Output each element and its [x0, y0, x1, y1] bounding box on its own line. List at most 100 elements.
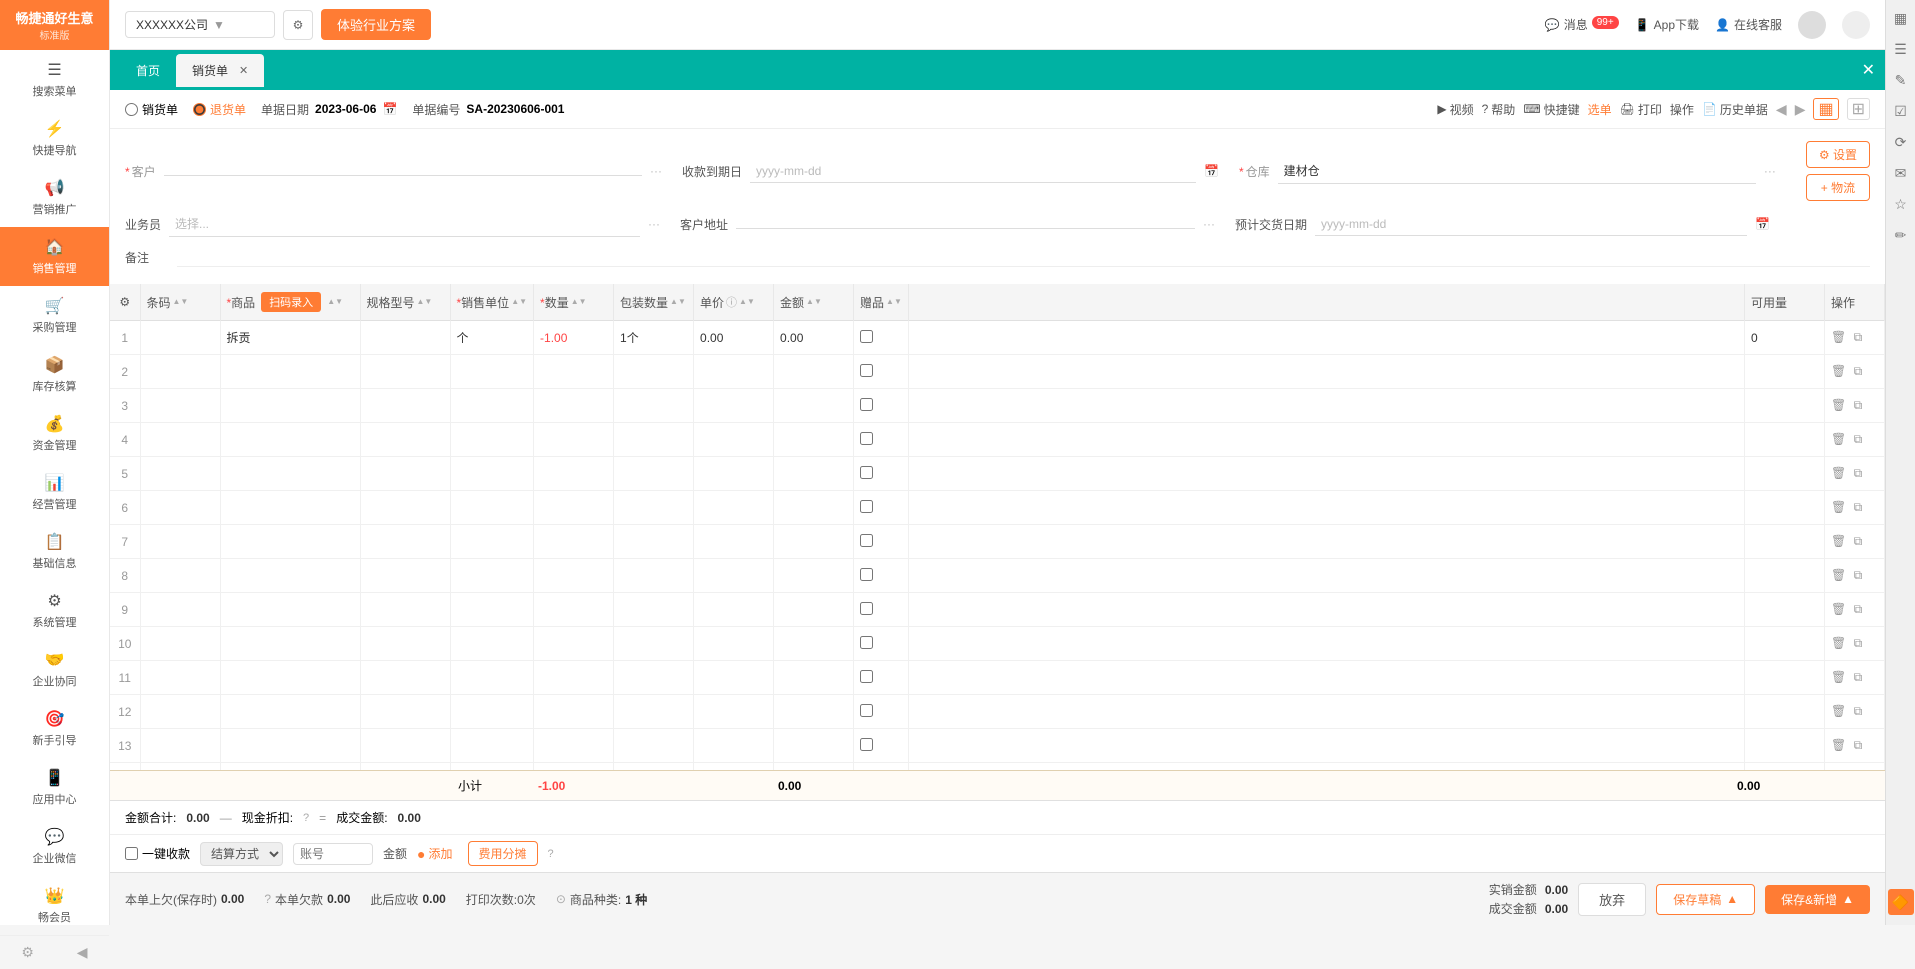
- row-product[interactable]: [220, 729, 360, 763]
- row-gift[interactable]: [854, 695, 909, 729]
- row-qty[interactable]: [534, 593, 614, 627]
- print-button[interactable]: 🖨 打印: [1620, 101, 1662, 118]
- customer-input[interactable]: [164, 167, 642, 176]
- sidebar-item-enterprise[interactable]: 🤝 企业协同: [0, 640, 109, 699]
- row-unit[interactable]: [450, 423, 534, 457]
- row-price[interactable]: [694, 661, 774, 695]
- row-spec[interactable]: [360, 457, 450, 491]
- row-barcode[interactable]: [140, 763, 220, 771]
- row-delete-icon[interactable]: 🗑: [1831, 636, 1846, 650]
- row-pkg-qty[interactable]: [614, 695, 694, 729]
- sidebar-item-basic[interactable]: 📋 基础信息: [0, 522, 109, 581]
- sidebar-item-quick-nav[interactable]: ⚡ 快捷导航: [0, 109, 109, 168]
- sidebar-settings-icon[interactable]: ⚙: [21, 944, 34, 961]
- row-spec[interactable]: [360, 763, 450, 771]
- row-amount[interactable]: [774, 559, 854, 593]
- row-amount[interactable]: [774, 661, 854, 695]
- tab-sales-order[interactable]: 销货单 ✕: [176, 54, 264, 87]
- sidebar-item-sales[interactable]: 🏠 销售管理: [0, 227, 109, 286]
- row-product[interactable]: [220, 627, 360, 661]
- table-view-icon[interactable]: ⊞: [1847, 98, 1870, 120]
- row-product[interactable]: [220, 423, 360, 457]
- row-pkg-qty[interactable]: [614, 457, 694, 491]
- sidebar-collapse-icon[interactable]: ◀: [77, 944, 88, 961]
- th-amount[interactable]: 金额 ▲▼: [774, 284, 854, 321]
- row-pkg-qty[interactable]: [614, 559, 694, 593]
- row-spec[interactable]: [360, 525, 450, 559]
- th-barcode[interactable]: 条码 ▲▼: [140, 284, 220, 321]
- sidebar-item-guide[interactable]: 🎯 新手引导: [0, 699, 109, 758]
- row-copy-icon[interactable]: ⧉: [1854, 738, 1863, 752]
- row-barcode[interactable]: [140, 525, 220, 559]
- sidebar-item-search[interactable]: ☰ 搜索菜单: [0, 50, 109, 109]
- addr-dots-icon[interactable]: ···: [1203, 217, 1215, 231]
- row-qty[interactable]: [534, 423, 614, 457]
- row-amount[interactable]: [774, 627, 854, 661]
- row-product[interactable]: [220, 457, 360, 491]
- product-type-icon[interactable]: ⊙: [556, 892, 566, 906]
- settlement-select[interactable]: 结算方式: [200, 842, 283, 866]
- right-panel-icon-3[interactable]: ✎: [1888, 67, 1914, 93]
- row-qty[interactable]: [534, 559, 614, 593]
- row-copy-icon[interactable]: ⧉: [1854, 466, 1863, 480]
- row-unit[interactable]: [450, 525, 534, 559]
- row-amount[interactable]: [774, 389, 854, 423]
- row-barcode[interactable]: [140, 729, 220, 763]
- row-price[interactable]: [694, 457, 774, 491]
- row-spec[interactable]: [360, 729, 450, 763]
- delivery-calendar-icon[interactable]: 📅: [1755, 217, 1770, 231]
- row-pkg-qty[interactable]: [614, 729, 694, 763]
- message-button[interactable]: 💬 消息 99+: [1545, 16, 1619, 33]
- row-spec[interactable]: [360, 627, 450, 661]
- row-barcode[interactable]: [140, 423, 220, 457]
- row-price[interactable]: [694, 389, 774, 423]
- row-delete-icon[interactable]: 🗑: [1831, 398, 1846, 412]
- order-type-return-radio[interactable]: 退货单: [193, 101, 246, 118]
- row-price[interactable]: [694, 355, 774, 389]
- row-copy-icon[interactable]: ⧉: [1854, 364, 1863, 378]
- shortcut-button[interactable]: ⌨ 快捷键: [1523, 101, 1579, 118]
- sidebar-item-member[interactable]: 👑 畅会员: [0, 876, 109, 935]
- row-gift[interactable]: [854, 627, 909, 661]
- th-pkg[interactable]: 包装数量 ▲▼: [614, 284, 694, 321]
- row-pkg-qty[interactable]: [614, 661, 694, 695]
- row-copy-icon[interactable]: ⧉: [1854, 636, 1863, 650]
- sidebar-item-system[interactable]: ⚙ 系统管理: [0, 581, 109, 640]
- scan-button[interactable]: 扫码录入: [261, 292, 321, 312]
- row-unit[interactable]: [450, 729, 534, 763]
- row-spec[interactable]: [360, 491, 450, 525]
- salesman-dots-icon[interactable]: ···: [648, 217, 660, 231]
- total-owe-icon[interactable]: ?: [264, 892, 271, 906]
- grid-view-icon[interactable]: ▦: [1813, 98, 1838, 120]
- app-download-button[interactable]: 📱 App下载: [1635, 16, 1699, 33]
- logistics-button[interactable]: + 物流: [1806, 174, 1870, 201]
- row-barcode[interactable]: [140, 457, 220, 491]
- row-product[interactable]: [220, 491, 360, 525]
- sidebar-item-business[interactable]: 📊 经营管理: [0, 463, 109, 522]
- row-delete-icon[interactable]: 🗑: [1831, 568, 1846, 582]
- row-qty[interactable]: -1.00: [534, 321, 614, 355]
- right-panel-icon-5[interactable]: ⟳: [1888, 129, 1914, 155]
- sidebar-item-purchase[interactable]: 🛒 采购管理: [0, 286, 109, 345]
- row-amount[interactable]: [774, 355, 854, 389]
- order-type-sales-radio[interactable]: 销货单: [125, 101, 178, 118]
- row-pkg-qty[interactable]: [614, 491, 694, 525]
- row-delete-icon[interactable]: 🗑: [1831, 364, 1846, 378]
- right-panel-icon-1[interactable]: ▦: [1888, 5, 1914, 31]
- row-amount[interactable]: [774, 457, 854, 491]
- row-qty[interactable]: [534, 355, 614, 389]
- sidebar-item-inventory[interactable]: 📦 库存核算: [0, 345, 109, 404]
- row-delete-icon[interactable]: 🗑: [1831, 500, 1846, 514]
- warehouse-dots-icon[interactable]: ···: [1764, 164, 1776, 178]
- row-spec[interactable]: [360, 423, 450, 457]
- row-pkg-qty[interactable]: [614, 389, 694, 423]
- row-pkg-qty[interactable]: 1个: [614, 321, 694, 355]
- row-gift[interactable]: [854, 559, 909, 593]
- company-settings-button[interactable]: ⚙: [283, 10, 313, 40]
- prev-record-icon[interactable]: ◀: [1776, 101, 1787, 118]
- select-order-button[interactable]: 选单: [1588, 101, 1612, 118]
- row-unit[interactable]: [450, 457, 534, 491]
- row-barcode[interactable]: [140, 321, 220, 355]
- right-panel-icon-2[interactable]: ☰: [1888, 36, 1914, 62]
- row-barcode[interactable]: [140, 491, 220, 525]
